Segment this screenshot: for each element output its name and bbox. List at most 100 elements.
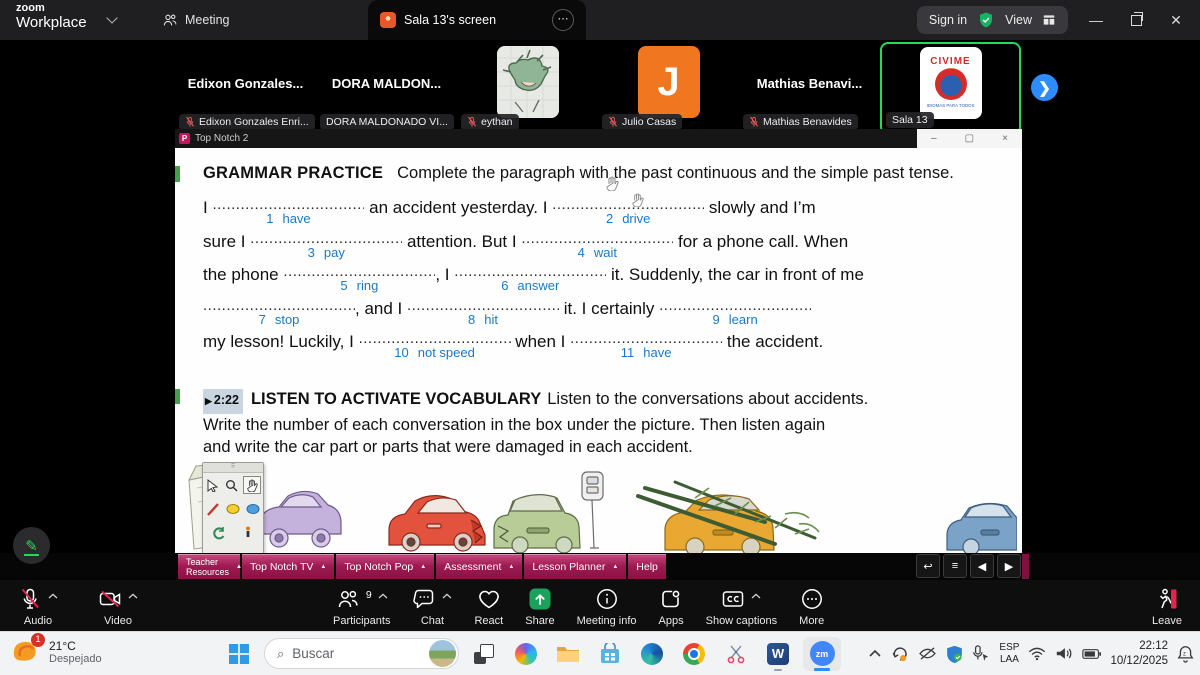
- wifi-icon[interactable]: [1028, 647, 1046, 661]
- more-button[interactable]: More: [799, 587, 824, 627]
- chevron-up-icon[interactable]: [128, 593, 138, 599]
- captions-button[interactable]: Show captions: [706, 587, 777, 627]
- next-participants-button[interactable]: ❯: [1031, 74, 1058, 101]
- fill-in-blank[interactable]: ........................................…: [552, 196, 704, 226]
- update-sync-icon[interactable]: [891, 645, 909, 663]
- participants-button[interactable]: 9 Participants: [333, 587, 390, 627]
- participant-tile[interactable]: eythan: [457, 42, 598, 135]
- shield-check-icon: [980, 12, 993, 28]
- participant-tile[interactable]: Edixon Gonzales... Edixon Gonzales Enri..…: [175, 42, 316, 135]
- next-page-button[interactable]: ▶: [997, 554, 1021, 578]
- audio-track-badge[interactable]: ▶ 2:22: [203, 389, 243, 414]
- participant-label: Edixon Gonzales Enri...: [179, 114, 315, 130]
- leave-button[interactable]: Leave: [1152, 587, 1182, 627]
- undo-tool[interactable]: [210, 525, 226, 541]
- fill-in-blank[interactable]: ........................................…: [454, 263, 606, 293]
- prev-page-button[interactable]: ◀: [970, 554, 994, 578]
- edge-button[interactable]: [635, 637, 669, 671]
- tab-shared-screen[interactable]: Sala 13's screen ⋯: [368, 0, 586, 40]
- tab-meeting[interactable]: Meeting: [152, 0, 239, 40]
- book-tab-label: Teacher Resources: [186, 556, 230, 577]
- book-tab-assessment[interactable]: Assessment ▲: [436, 554, 523, 579]
- fill-in-blank[interactable]: ........................................…: [521, 230, 673, 260]
- fill-in-blank[interactable]: ........................................…: [212, 196, 364, 226]
- listen-text3: and write the car part or parts that wer…: [203, 438, 693, 456]
- task-view-button[interactable]: [467, 637, 501, 671]
- audio-button[interactable]: Audio: [18, 587, 58, 627]
- shared-max-button[interactable]: ▢: [965, 133, 974, 144]
- fill-in-blank[interactable]: ........................................…: [359, 330, 511, 360]
- search-placeholder: Buscar: [292, 646, 335, 661]
- weather-widget[interactable]: 1 21°C Despejado: [10, 633, 102, 668]
- zoom-app-button[interactable]: zm: [803, 636, 841, 671]
- annotate-button[interactable]: ✎: [13, 527, 50, 564]
- info-button[interactable]: Meeting info: [577, 587, 637, 627]
- video-button[interactable]: Video: [98, 587, 138, 627]
- search-input[interactable]: ⌕ Buscar: [264, 638, 459, 669]
- shared-close-button[interactable]: ×: [1002, 133, 1008, 144]
- search-daily-image[interactable]: [429, 640, 456, 667]
- view-button[interactable]: View: [1005, 13, 1032, 27]
- clock[interactable]: 22:12 10/12/2025: [1110, 639, 1168, 669]
- fill-in-blank[interactable]: ........................................…: [283, 263, 435, 293]
- notification-bell-icon[interactable]: z: [1177, 645, 1194, 663]
- react-button[interactable]: React: [474, 587, 503, 627]
- chevron-up-icon[interactable]: [751, 593, 761, 599]
- zoom-tool[interactable]: [224, 477, 240, 493]
- window-close-button[interactable]: ✕: [1156, 0, 1196, 40]
- battery-icon[interactable]: [1082, 648, 1102, 660]
- chevron-down-icon[interactable]: [106, 12, 118, 24]
- apps-button[interactable]: Apps: [659, 587, 684, 627]
- pointer-figure-tool[interactable]: [240, 525, 256, 541]
- chat-button[interactable]: Chat: [412, 587, 452, 627]
- language-indicator[interactable]: ESP LAA: [999, 642, 1019, 665]
- share-button[interactable]: Share: [525, 587, 555, 627]
- palette-titlebar[interactable]: ⠿: [203, 463, 263, 473]
- voice-access-icon[interactable]: [972, 644, 990, 663]
- back-arrow-button[interactable]: ↩: [916, 554, 940, 578]
- window-minimize-button[interactable]: —: [1076, 0, 1116, 40]
- participant-tile[interactable]: DORA MALDON... DORA MALDONADO VI...: [316, 42, 457, 135]
- tray-expand-icon[interactable]: [868, 649, 882, 658]
- fill-in-blank[interactable]: ........................................…: [570, 330, 722, 360]
- participant-tile[interactable]: Mathias Benavi... Mathias Benavides: [739, 42, 880, 135]
- sign-in-button[interactable]: Sign in: [929, 13, 967, 27]
- copilot-button[interactable]: [509, 637, 543, 671]
- security-shield-icon[interactable]: [946, 645, 963, 663]
- fill-in-blank[interactable]: ........................................…: [659, 297, 811, 327]
- pen-tool[interactable]: [205, 501, 221, 517]
- fill-in-blank[interactable]: ........................................…: [407, 297, 559, 327]
- book-tab-top-notch-pop[interactable]: Top Notch Pop ▲: [336, 554, 435, 579]
- shared-window-controls: – ▢ ×: [917, 129, 1022, 148]
- start-button[interactable]: [222, 637, 256, 671]
- cursor-tool[interactable]: [205, 477, 221, 493]
- book-tab-lesson-planner[interactable]: Lesson Planner ▲: [524, 554, 627, 579]
- index-button[interactable]: ≡: [943, 554, 967, 578]
- fill-in-blank[interactable]: ........................................…: [203, 297, 355, 327]
- tab-options-icon[interactable]: ⋯: [552, 9, 574, 31]
- participant-tile[interactable]: J Julio Casas: [598, 42, 739, 135]
- chevron-up-icon[interactable]: [48, 593, 58, 599]
- snipping-tool-button[interactable]: [719, 637, 753, 671]
- search-icon: ⌕: [277, 645, 285, 661]
- book-tab-top-notch-tv[interactable]: Top Notch TV ▲: [242, 554, 335, 579]
- book-tab-help[interactable]: Help: [628, 554, 666, 579]
- microsoft-store-button[interactable]: [593, 637, 627, 671]
- hidden-icons-eye-icon[interactable]: [918, 646, 937, 661]
- participant-tile[interactable]: CIVIME IDIOMAS PARA TODOS Sala 13: [880, 42, 1021, 135]
- chrome-button[interactable]: [677, 637, 711, 671]
- volume-icon[interactable]: [1055, 646, 1073, 661]
- chevron-up-icon[interactable]: [442, 593, 452, 599]
- shared-min-button[interactable]: –: [931, 133, 937, 144]
- word-button[interactable]: W: [761, 637, 795, 671]
- hand-tool[interactable]: [243, 476, 262, 494]
- chevron-up-icon[interactable]: [378, 593, 388, 599]
- fill-in-blank[interactable]: ........................................…: [250, 230, 402, 260]
- highlighter-tool[interactable]: [225, 501, 241, 517]
- eraser-tool[interactable]: [245, 501, 261, 517]
- file-explorer-button[interactable]: [551, 637, 585, 671]
- shared-window-titlebar: P Top Notch 2 – ▢ ×: [175, 129, 1022, 148]
- window-maximize-button[interactable]: [1116, 0, 1156, 40]
- hint-word: drive: [622, 211, 651, 226]
- book-tab-teacher-resources[interactable]: Teacher Resources ▲: [178, 554, 242, 579]
